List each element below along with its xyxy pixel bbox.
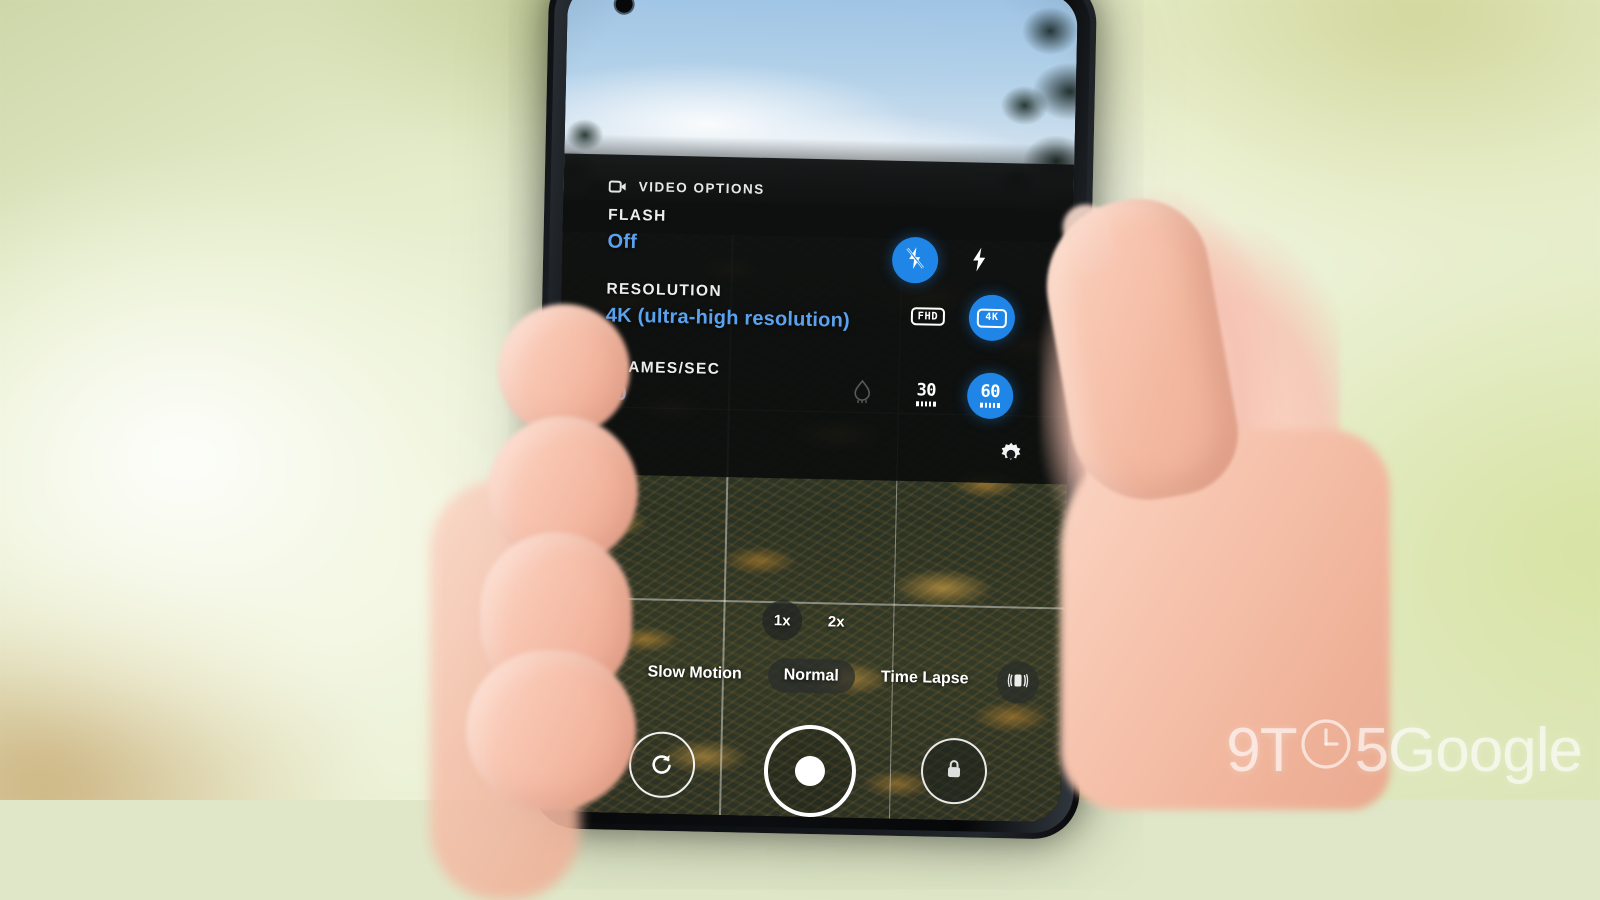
gear-icon <box>996 456 1026 474</box>
mode-normal[interactable]: Normal <box>767 658 855 694</box>
watermark-part2: 5Google <box>1355 715 1582 786</box>
fps-60-button[interactable]: 60 <box>967 372 1014 419</box>
watermark-9to5google: 9T 5Google <box>1226 715 1582 786</box>
record-dot <box>795 756 826 787</box>
lock-button[interactable] <box>920 737 987 804</box>
left-hand-fingers <box>452 180 662 790</box>
flash-off-button[interactable] <box>892 237 939 284</box>
fhd-icon: FHD <box>910 307 945 326</box>
flash-options <box>892 237 1003 285</box>
fps-60-icon: 60 <box>980 383 1000 408</box>
zoom-2x-button[interactable]: 2x <box>816 601 857 642</box>
fps-30-bars <box>916 401 935 406</box>
resolution-4k-button[interactable]: 4K <box>968 294 1015 341</box>
lock-icon <box>943 756 966 785</box>
fps-30-button[interactable]: 30 <box>903 371 950 418</box>
resolution-fhd-button[interactable]: FHD <box>904 293 951 340</box>
fps-60-number: 60 <box>980 383 1000 400</box>
fps-60-bars <box>980 403 999 408</box>
finger-pinky <box>466 650 636 810</box>
flash-off-icon <box>904 245 927 274</box>
4k-icon: 4K <box>977 308 1007 328</box>
flash-on-icon <box>970 246 989 277</box>
frames-per-second-row: FRAMES/SEC 60 <box>604 358 1042 415</box>
flash-row: FLASH Off <box>607 206 1045 263</box>
stabilization-icon <box>1006 668 1031 698</box>
resolution-options: FHD 4K <box>904 293 1015 341</box>
zoom-1x-button[interactable]: 1x <box>762 600 803 641</box>
flash-on-button[interactable] <box>956 238 1003 285</box>
clock-icon <box>1299 715 1353 786</box>
record-button[interactable] <box>763 724 857 818</box>
mode-time-lapse[interactable]: Time Lapse <box>864 660 984 697</box>
fps-30-number: 30 <box>916 382 936 399</box>
camera-settings-button[interactable] <box>995 439 1026 475</box>
fps-30-icon: 30 <box>916 382 936 407</box>
watermark-part1: 9T <box>1226 715 1296 786</box>
auto-fps-icon <box>850 377 875 409</box>
fps-auto-button[interactable] <box>839 370 886 417</box>
fps-options: 30 60 <box>839 370 1014 420</box>
flash-label: FLASH <box>608 206 1045 234</box>
resolution-row: RESOLUTION 4K (ultra-high resolution) FH… <box>606 280 1044 337</box>
